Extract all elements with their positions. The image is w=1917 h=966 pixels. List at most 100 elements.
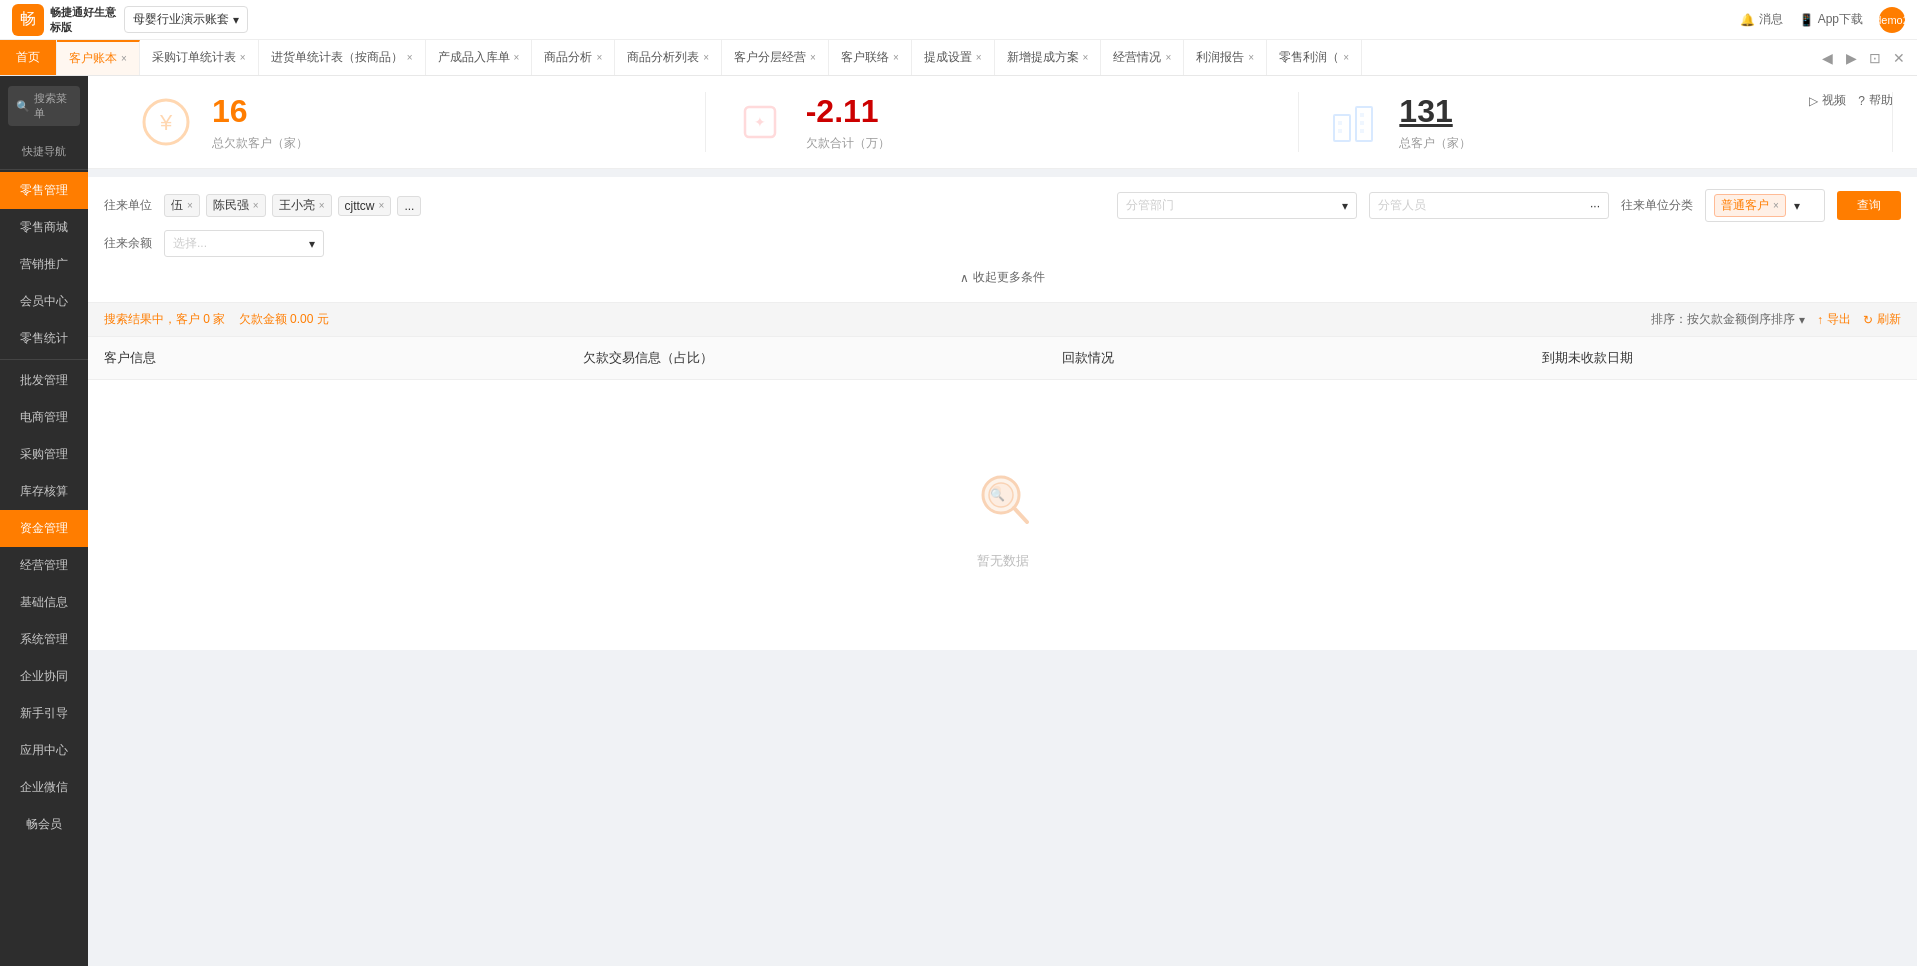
close-icon[interactable]: ×	[1083, 52, 1089, 63]
tab-product-analysis-list[interactable]: 商品分析列表 ×	[615, 40, 722, 76]
unit-class-tag[interactable]: 普通客户 ×	[1714, 194, 1786, 217]
filter-tag-more[interactable]: ...	[397, 196, 421, 216]
empty-text: 暂无数据	[977, 552, 1029, 570]
close-icon[interactable]: ×	[407, 52, 413, 63]
tag-close-icon[interactable]: ×	[319, 200, 325, 211]
balance-selector[interactable]: 选择... ▾	[164, 230, 324, 257]
close-icon[interactable]: ×	[596, 52, 602, 63]
nav-close-all-btn[interactable]: ✕	[1889, 48, 1909, 68]
data-table: 客户信息 欠款交易信息（占比） 回款情况 到期未收款日期 🔍 暂无数据	[88, 337, 1917, 650]
sidebar-item-retail-mall[interactable]: 零售商城	[0, 209, 88, 246]
svg-rect-7	[1338, 129, 1342, 133]
tab-customer-ledger[interactable]: 客户账本 ×	[57, 40, 140, 76]
svg-rect-8	[1360, 113, 1364, 117]
unit-class-label: 往来单位分类	[1621, 197, 1693, 214]
sidebar-item-inventory[interactable]: 库存核算	[0, 473, 88, 510]
sidebar-item-app-center[interactable]: 应用中心	[0, 732, 88, 769]
sidebar-item-retail-stats[interactable]: 零售统计	[0, 320, 88, 357]
filter-tag-wu[interactable]: 伍 ×	[164, 194, 200, 217]
tab-business-status[interactable]: 经营情况 ×	[1101, 40, 1184, 76]
tab-purchase-stats-by-product[interactable]: 进货单统计表（按商品） ×	[259, 40, 426, 76]
tag-close-icon[interactable]: ×	[187, 200, 193, 211]
store-selector[interactable]: 母婴行业演示账套 ▾	[124, 6, 248, 33]
video-btn[interactable]: ▷ 视频	[1809, 92, 1846, 109]
sidebar-item-system[interactable]: 系统管理	[0, 621, 88, 658]
sidebar-item-operations[interactable]: 经营管理	[0, 547, 88, 584]
close-icon[interactable]: ×	[703, 52, 709, 63]
sidebar-item-new-user[interactable]: 新手引导	[0, 695, 88, 732]
chevron-down-icon: ▾	[1342, 199, 1348, 213]
tag-close-icon[interactable]: ×	[253, 200, 259, 211]
result-info: 搜索结果中，客户 0 家 欠款金额 0.00 元	[104, 311, 329, 328]
app-download-btn[interactable]: 📱 App下载	[1799, 11, 1863, 28]
tag-close-icon[interactable]: ×	[379, 200, 385, 211]
unit-class-selector[interactable]: 普通客户 × ▾	[1705, 189, 1825, 222]
tab-home[interactable]: 首页	[0, 40, 57, 76]
result-bar: 搜索结果中，客户 0 家 欠款金额 0.00 元 排序：按欠款金额倒序排序 ▾ …	[88, 302, 1917, 337]
tab-commission-settings[interactable]: 提成设置 ×	[912, 40, 995, 76]
col-debt-info: 欠款交易信息（占比）	[583, 349, 1062, 367]
close-icon[interactable]: ×	[1343, 52, 1349, 63]
close-icon[interactable]: ×	[1165, 52, 1171, 63]
svg-text:¥: ¥	[159, 110, 173, 135]
refresh-icon: ↻	[1863, 313, 1873, 327]
close-icon[interactable]: ×	[1248, 52, 1254, 63]
sidebar-item-marketing[interactable]: 营销推广	[0, 246, 88, 283]
tab-new-commission[interactable]: 新增提成方案 ×	[995, 40, 1102, 76]
sidebar-item-ecommerce[interactable]: 电商管理	[0, 399, 88, 436]
chevron-down-icon: ▾	[309, 237, 315, 251]
sidebar-item-basic-info[interactable]: 基础信息	[0, 584, 88, 621]
search-menu-btn[interactable]: 🔍 搜索菜单	[8, 86, 80, 126]
quick-nav-btn[interactable]: 快捷导航	[0, 136, 88, 167]
refresh-btn[interactable]: ↻ 刷新	[1863, 311, 1901, 328]
sidebar-item-enterprise-collab[interactable]: 企业协同	[0, 658, 88, 695]
sidebar-item-member-center[interactable]: 会员中心	[0, 283, 88, 320]
collapse-btn[interactable]: ∧ 收起更多条件	[104, 265, 1901, 290]
nav-window-btn[interactable]: ⊡	[1865, 48, 1885, 68]
tab-retail-profit[interactable]: 零售利润（ ×	[1267, 40, 1362, 76]
nav-prev-btn[interactable]: ◀	[1817, 48, 1837, 68]
sidebar-item-enterprise-wechat[interactable]: 企业微信	[0, 769, 88, 806]
tab-product-analysis[interactable]: 商品分析 ×	[532, 40, 615, 76]
export-btn[interactable]: ↑ 导出	[1817, 311, 1851, 328]
filter-tag-cjttcw[interactable]: cjttcw ×	[338, 196, 392, 216]
close-icon[interactable]: ×	[121, 53, 127, 64]
tab-customer-contact[interactable]: 客户联络 ×	[829, 40, 912, 76]
dept-selector[interactable]: 分管部门 ▾	[1117, 192, 1357, 219]
bell-icon: 🔔	[1740, 13, 1755, 27]
logo-text: 畅捷通好生意 标版	[50, 5, 116, 34]
tab-customer-layered[interactable]: 客户分层经营 ×	[722, 40, 829, 76]
svg-rect-10	[1360, 129, 1364, 133]
unit-class-close-icon[interactable]: ×	[1773, 200, 1779, 211]
stats-actions: ▷ 视频 ? 帮助	[1809, 92, 1893, 109]
stat-icon-money: ¥	[136, 92, 196, 152]
result-actions: 排序：按欠款金额倒序排序 ▾ ↑ 导出 ↻ 刷新	[1651, 311, 1901, 328]
filter-tag-wang[interactable]: 王小亮 ×	[272, 194, 332, 217]
sidebar-item-member[interactable]: 畅会员	[0, 806, 88, 843]
sidebar-item-purchase[interactable]: 采购管理	[0, 436, 88, 473]
sidebar-item-finance[interactable]: 资金管理	[0, 510, 88, 547]
logo-area: 畅 畅捷通好生意 标版	[12, 4, 116, 36]
sort-selector[interactable]: 排序：按欠款金额倒序排序 ▾	[1651, 311, 1805, 328]
person-selector[interactable]: 分管人员 ···	[1369, 192, 1609, 219]
col-overdue-date: 到期未收款日期	[1542, 349, 1901, 367]
sidebar-item-retail-management[interactable]: 零售管理	[0, 172, 88, 209]
message-btn[interactable]: 🔔 消息	[1740, 11, 1783, 28]
close-icon[interactable]: ×	[893, 52, 899, 63]
filter-tag-chen[interactable]: 陈民强 ×	[206, 194, 266, 217]
sidebar-item-wholesale[interactable]: 批发管理	[0, 362, 88, 399]
nav-next-btn[interactable]: ▶	[1841, 48, 1861, 68]
help-btn[interactable]: ? 帮助	[1858, 92, 1893, 109]
tab-purchase-order-stats[interactable]: 采购订单统计表 ×	[140, 40, 259, 76]
close-icon[interactable]: ×	[514, 52, 520, 63]
close-icon[interactable]: ×	[240, 52, 246, 63]
tab-profit-report[interactable]: 利润报告 ×	[1184, 40, 1267, 76]
close-icon[interactable]: ×	[810, 52, 816, 63]
close-icon[interactable]: ×	[976, 52, 982, 63]
avatar[interactable]: demo2	[1879, 7, 1905, 33]
svg-rect-4	[1334, 115, 1350, 141]
query-btn[interactable]: 查询	[1837, 191, 1901, 220]
export-icon: ↑	[1817, 313, 1823, 327]
tab-finished-goods[interactable]: 产成品入库单 ×	[426, 40, 533, 76]
main-layout: 🔍 搜索菜单 快捷导航 零售管理 零售商城 营销推广 会员中心 零售统计 批发管…	[0, 76, 1917, 966]
